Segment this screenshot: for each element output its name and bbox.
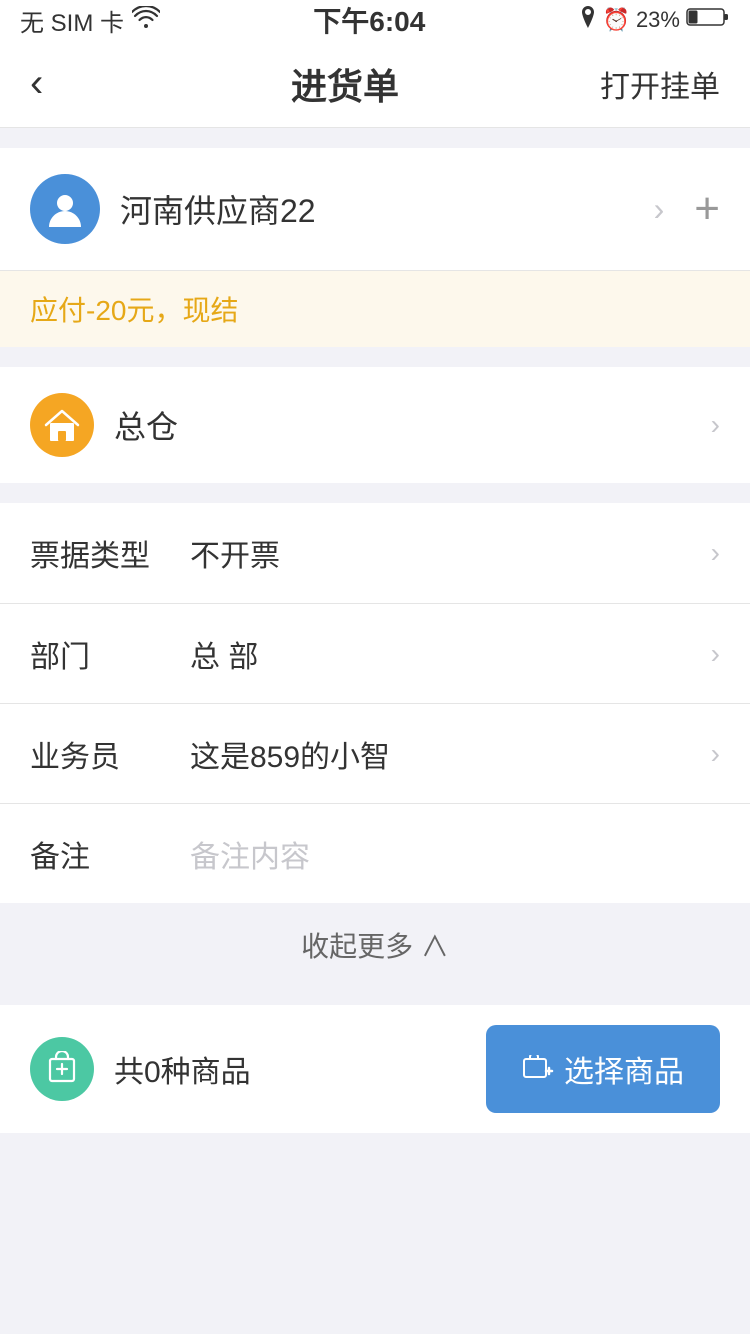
battery-text: 23% [636, 7, 680, 33]
invoice-chevron-icon: › [711, 537, 720, 569]
open-pending-button[interactable]: 打开挂单 [600, 62, 720, 106]
product-bar: 共0种商品 选择商品 [0, 1005, 750, 1133]
invoice-row[interactable]: 票据类型 不开票 › [0, 503, 750, 603]
department-row[interactable]: 部门 总 部 › [0, 603, 750, 703]
department-label: 部门 [30, 632, 170, 676]
salesman-row[interactable]: 业务员 这是859的小智 › [0, 703, 750, 803]
product-count: 共0种商品 [114, 1047, 486, 1091]
supplier-chevron-icon: › [654, 191, 665, 228]
warehouse-row[interactable]: 总仓 › [0, 367, 750, 483]
nav-bar: ‹ 进货单 打开挂单 [0, 40, 750, 128]
page-title: 进货单 [291, 58, 399, 110]
location-icon [579, 6, 597, 34]
salesman-chevron-icon: › [711, 738, 720, 770]
supplier-card: 河南供应商22 › + 应付-20元，现结 [0, 148, 750, 347]
salesman-label: 业务员 [30, 732, 170, 776]
status-right: ⏰ 23% [579, 6, 730, 34]
salesman-value: 这是859的小智 [170, 732, 711, 776]
status-bar: 无 SIM 卡 下午6:04 ⏰ 23% [0, 0, 750, 40]
warehouse-card[interactable]: 总仓 › [0, 367, 750, 483]
supplier-row[interactable]: 河南供应商22 › + [0, 148, 750, 271]
alarm-icon: ⏰ [603, 7, 630, 33]
department-chevron-icon: › [711, 638, 720, 670]
wifi-icon [132, 6, 160, 34]
notice-bar: 应付-20元，现结 [0, 271, 750, 347]
warehouse-name: 总仓 [114, 402, 711, 448]
status-left: 无 SIM 卡 [20, 3, 160, 38]
warehouse-chevron-icon: › [711, 409, 720, 441]
select-product-button[interactable]: 选择商品 [486, 1025, 720, 1113]
status-time: 下午6:04 [313, 0, 425, 40]
supplier-avatar [30, 174, 100, 244]
product-icon [30, 1037, 94, 1101]
gap-1 [0, 128, 750, 148]
remark-label: 备注 [30, 832, 170, 876]
gap-2 [0, 347, 750, 367]
gap-3 [0, 483, 750, 503]
collapse-button[interactable]: 收起更多 ∧ [0, 905, 750, 985]
carrier-label: 无 SIM 卡 [20, 3, 124, 38]
warehouse-icon [30, 393, 94, 457]
invoice-value: 不开票 [170, 531, 711, 575]
select-product-label: 选择商品 [564, 1047, 684, 1091]
back-button[interactable]: ‹ [30, 61, 90, 106]
supplier-name: 河南供应商22 [120, 186, 654, 232]
remark-input[interactable]: 备注内容 [170, 832, 720, 876]
add-supplier-button[interactable]: + [694, 184, 720, 234]
department-value: 总 部 [170, 632, 711, 676]
battery-icon [686, 6, 730, 34]
form-card: 票据类型 不开票 › 部门 总 部 › 业务员 这是859的小智 › 备注 备注… [0, 503, 750, 903]
remark-row[interactable]: 备注 备注内容 [0, 803, 750, 903]
invoice-label: 票据类型 [30, 531, 170, 575]
collapse-label: 收起更多 ∧ [301, 925, 449, 965]
